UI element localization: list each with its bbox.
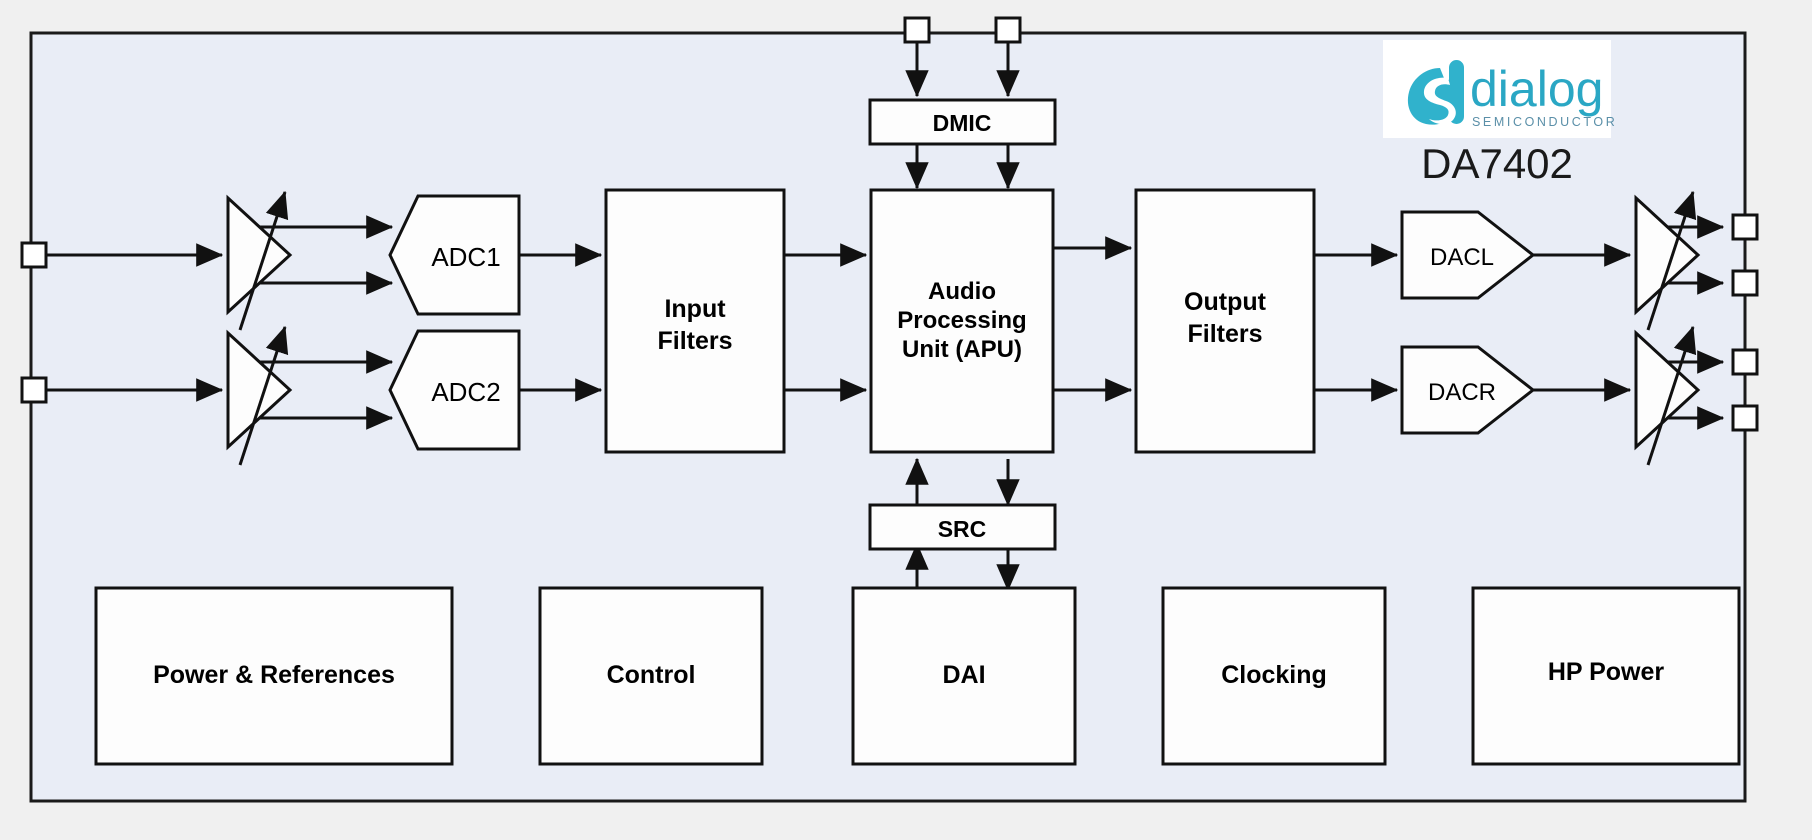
pad-top-2[interactable] bbox=[994, 16, 1022, 44]
block-dmic[interactable]: DMIC bbox=[868, 98, 1057, 146]
apu-label-line3: Unit (APU) bbox=[902, 336, 1022, 363]
dai-label: DAI bbox=[942, 661, 985, 689]
block-control[interactable]: Control bbox=[538, 586, 764, 766]
logo-tagline: SEMICONDUCTOR bbox=[1472, 115, 1617, 129]
adc2-label: ADC2 bbox=[431, 377, 500, 407]
block-output-filters[interactable]: Output Filters bbox=[1134, 188, 1316, 454]
apu-label-line1: Audio bbox=[928, 278, 996, 305]
pad-left-1[interactable] bbox=[20, 241, 48, 269]
output-filters-label-line2: Filters bbox=[1187, 320, 1262, 348]
hp-power-label: HP Power bbox=[1548, 658, 1665, 686]
part-number-label: DA7402 bbox=[1421, 140, 1573, 187]
block-adc2[interactable]: ADC2 bbox=[388, 329, 521, 451]
brand-logo: dialog SEMICONDUCTOR bbox=[1383, 40, 1617, 138]
clocking-label: Clocking bbox=[1221, 661, 1327, 689]
block-input-filters[interactable]: Input Filters bbox=[604, 188, 786, 454]
pad-left-2[interactable] bbox=[20, 376, 48, 404]
pad-top-1[interactable] bbox=[903, 16, 931, 44]
block-dai[interactable]: DAI bbox=[851, 586, 1077, 766]
block-apu[interactable]: Audio Processing Unit (APU) bbox=[869, 188, 1055, 454]
pad-right-2[interactable] bbox=[1731, 269, 1759, 297]
diagram-svg: ADC1 ADC2 Input Filters DMIC Audio Proce… bbox=[0, 0, 1812, 840]
block-src[interactable]: SRC bbox=[868, 503, 1057, 551]
dacr-label: DACR bbox=[1428, 379, 1496, 406]
block-clocking[interactable]: Clocking bbox=[1161, 586, 1387, 766]
pad-right-4[interactable] bbox=[1731, 404, 1759, 432]
block-adc1[interactable]: ADC1 bbox=[388, 194, 521, 316]
apu-label-line2: Processing bbox=[897, 307, 1026, 334]
adc1-label: ADC1 bbox=[431, 242, 500, 272]
src-label: SRC bbox=[938, 516, 987, 542]
logo-wordmark: dialog bbox=[1470, 61, 1603, 117]
pad-right-1[interactable] bbox=[1731, 213, 1759, 241]
dacl-label: DACL bbox=[1430, 244, 1494, 271]
power-references-label: Power & References bbox=[153, 661, 395, 689]
output-filters-label-line1: Output bbox=[1184, 288, 1267, 316]
block-power-references[interactable]: Power & References bbox=[94, 586, 454, 766]
block-diagram-canvas: ADC1 ADC2 Input Filters DMIC Audio Proce… bbox=[0, 0, 1812, 840]
input-filters-label-line1: Input bbox=[664, 295, 726, 323]
control-label: Control bbox=[607, 661, 696, 689]
dmic-label: DMIC bbox=[933, 110, 992, 136]
block-hp-power[interactable]: HP Power bbox=[1471, 586, 1741, 766]
pad-right-3[interactable] bbox=[1731, 348, 1759, 376]
input-filters-label-line2: Filters bbox=[657, 327, 732, 355]
